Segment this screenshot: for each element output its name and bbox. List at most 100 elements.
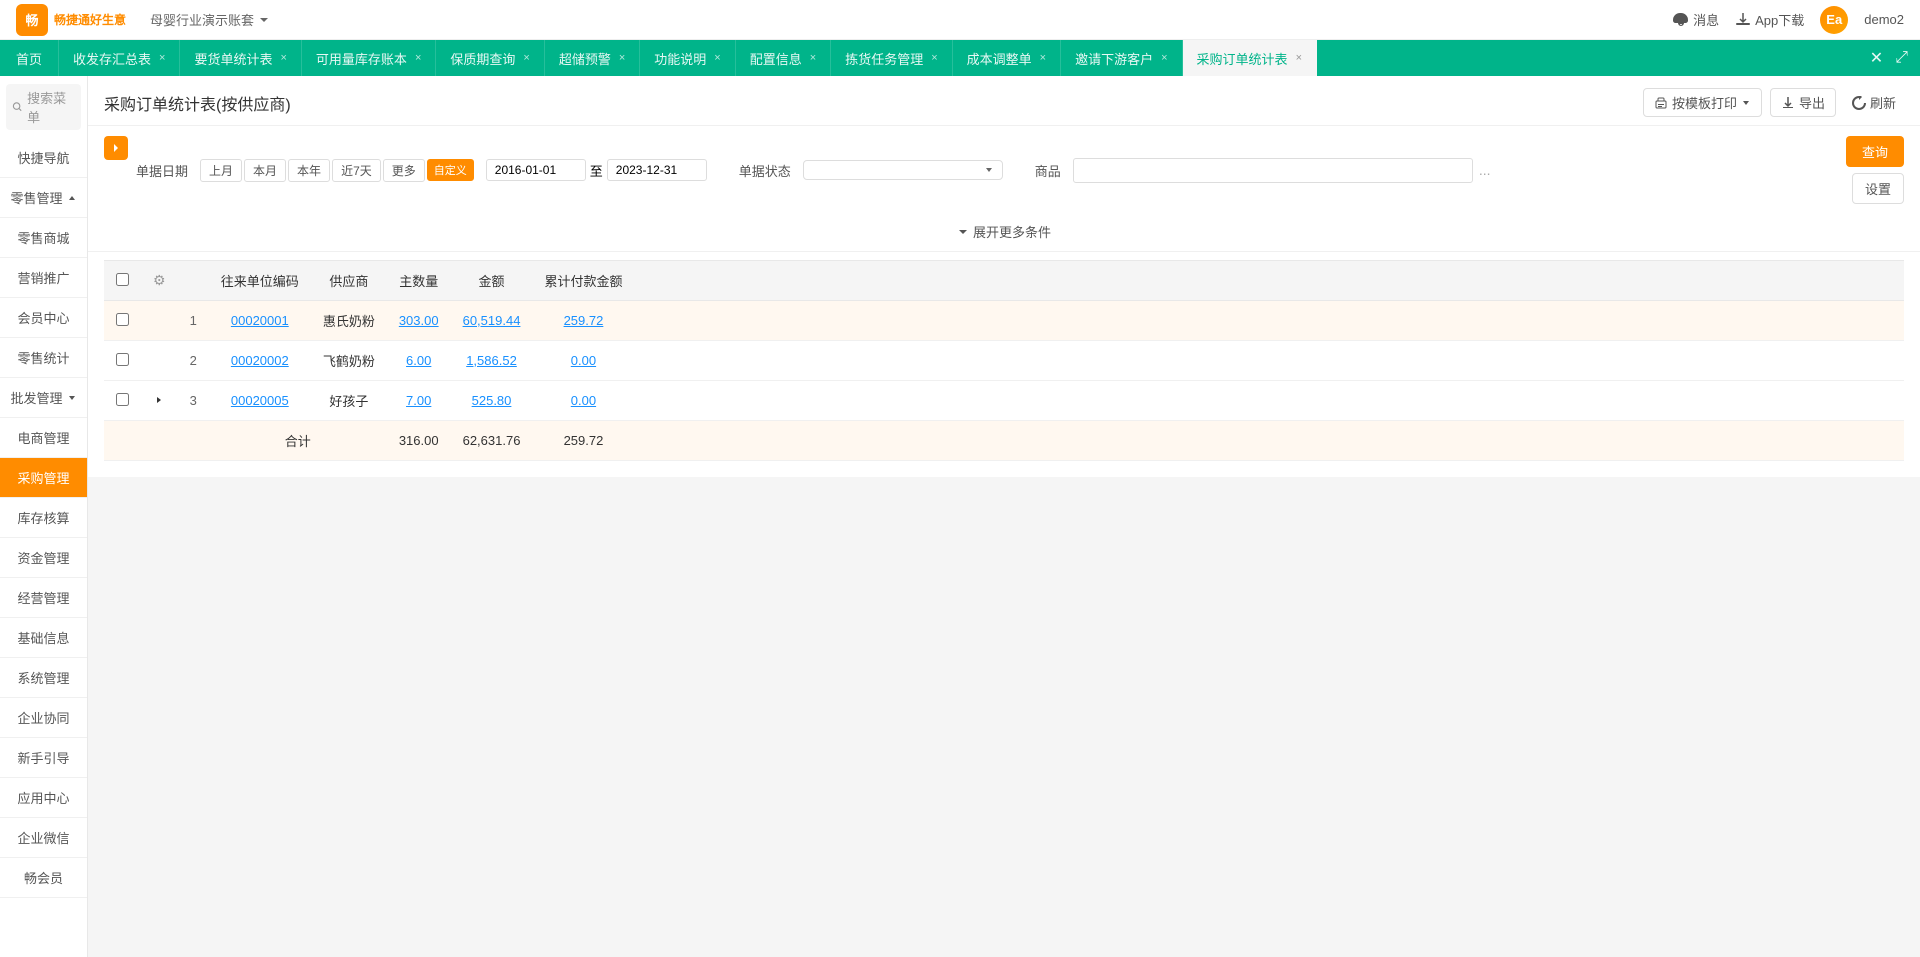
sidebar-item-basic[interactable]: 基础信息 [0,618,87,658]
search-input-area[interactable]: 搜索菜单 [6,84,81,130]
tab-invite[interactable]: 邀请下游客户 × [1061,40,1182,76]
tab-cost[interactable]: 成本调整单 × [953,40,1061,76]
tab-inventory[interactable]: 可用量库存账本 × [302,40,436,76]
date-to-input[interactable] [607,159,707,181]
date-btn-more[interactable]: 更多 [383,159,425,182]
tab-purchase-stat[interactable]: 采购订单统计表 × [1183,40,1317,76]
close-tab-overstock[interactable]: × [619,52,625,64]
close-tab-invite[interactable]: × [1161,52,1167,64]
table-header-row: ⚙ 往来单位编码 供应商 主数量 金额 累计付款金额 [104,261,1904,301]
close-tab-cost[interactable]: × [1040,52,1046,64]
row-code-2[interactable]: 00020002 [209,341,311,381]
close-tab-btn[interactable]: ✕ [1866,44,1887,72]
date-btn-last-month[interactable]: 上月 [200,159,242,182]
message-action[interactable]: 消息 [1673,10,1719,29]
sidebar-item-ecommerce[interactable]: 电商管理 [0,418,87,458]
sidebar-item-new-guide[interactable]: 新手引导 [0,738,87,778]
toggle-filter-btn[interactable] [104,136,128,160]
sidebar-item-purchase[interactable]: 采购管理 [0,458,87,498]
row-code-1[interactable]: 00020001 [209,301,311,341]
row-qty-1[interactable]: 303.00 [387,301,451,341]
tab-func-desc[interactable]: 功能说明 × [640,40,735,76]
close-tab-task[interactable]: × [931,52,937,64]
sidebar-item-finance[interactable]: 资金管理 [0,538,87,578]
search-button[interactable]: 查询 [1846,136,1904,167]
sidebar-item-member[interactable]: 会员中心 [0,298,87,338]
goods-input[interactable] [1073,158,1473,183]
app-download-action[interactable]: App下载 [1735,10,1804,29]
table-row: 2 00020002 飞鹤奶粉 6.00 1,586.52 0.00 [104,341,1904,381]
print-icon [1654,96,1668,110]
date-btn-7days[interactable]: 近7天 [332,159,381,182]
th-gear[interactable]: ⚙ [141,261,178,301]
date-btn-this-year[interactable]: 本年 [288,159,330,182]
close-tab-config[interactable]: × [810,52,816,64]
tab-config[interactable]: 配置信息 × [736,40,831,76]
user-avatar[interactable]: Ea [1820,6,1848,34]
sidebar-item-wholesale[interactable]: 批发管理 [0,378,87,418]
sidebar-item-enterprise-wechat[interactable]: 企业微信 [0,818,87,858]
row-qty-2[interactable]: 6.00 [387,341,451,381]
sidebar-item-marketing[interactable]: 营销推广 [0,258,87,298]
sidebar-item-retail-shop[interactable]: 零售商城 [0,218,87,258]
sidebar-item-retail[interactable]: 零售管理 [0,178,87,218]
tab-home[interactable]: 首页 [0,40,59,76]
date-quick-btns: 上月 本月 本年 近7天 更多 自定义 [200,159,474,182]
close-tab-func-desc[interactable]: × [714,52,720,64]
close-tab-goods-stat[interactable]: × [280,52,286,64]
template-print-button[interactable]: 按模板打印 [1643,88,1762,117]
tab-goods-stat[interactable]: 要货单统计表 × [180,40,301,76]
row-checkbox-2[interactable] [116,353,129,366]
tab-overstock[interactable]: 超储预警 × [545,40,640,76]
tab-task[interactable]: 拣货任务管理 × [831,40,952,76]
logo-area: 畅 畅捷通好生意 [16,4,126,36]
footer-paid: 259.72 [532,421,634,461]
status-select[interactable] [803,160,1003,180]
footer-empty [104,421,178,461]
row-paid-3[interactable]: 0.00 [532,381,634,421]
sidebar-item-app-center[interactable]: 应用中心 [0,778,87,818]
top-bar: 畅 畅捷通好生意 母婴行业演示账套 消息 App下载 Ea demo2 [0,0,1920,40]
tab-collect[interactable]: 收发存汇总表 × [59,40,180,76]
row-code-3[interactable]: 00020005 [209,381,311,421]
goods-more-btn[interactable]: ... [1473,162,1497,178]
sidebar-item-shortcut[interactable]: 快捷导航 [0,138,87,178]
sidebar-item-inventory-check[interactable]: 库存核算 [0,498,87,538]
sidebar-item-enterprise[interactable]: 企业协同 [0,698,87,738]
date-from-input[interactable] [486,159,586,181]
settings-button[interactable]: 设置 [1852,173,1904,204]
row-amount-3[interactable]: 525.80 [451,381,533,421]
sidebar-item-vip[interactable]: 畅会员 [0,858,87,898]
username: demo2 [1864,12,1904,27]
row-checkbox-1[interactable] [116,313,129,326]
row-qty-3[interactable]: 7.00 [387,381,451,421]
tab-expiry[interactable]: 保质期查询 × [436,40,544,76]
date-btn-this-month[interactable]: 本月 [244,159,286,182]
top-bar-left: 畅 畅捷通好生意 母婴行业演示账套 [16,4,270,36]
row-num-3: 3 [178,381,209,421]
sidebar-item-system[interactable]: 系统管理 [0,658,87,698]
close-tab-collect[interactable]: × [159,52,165,64]
select-all-checkbox[interactable] [116,273,129,286]
date-btn-custom[interactable]: 自定义 [427,159,474,181]
sidebar-item-operation[interactable]: 经营管理 [0,578,87,618]
close-tab-inventory[interactable]: × [415,52,421,64]
sidebar-item-retail-stat[interactable]: 零售统计 [0,338,87,378]
row-amount-1[interactable]: 60,519.44 [451,301,533,341]
top-bar-right: 消息 App下载 Ea demo2 [1673,6,1904,34]
maximize-tab-btn[interactable]: ⤢ [1891,45,1912,71]
refresh-button[interactable]: 刷新 [1844,89,1904,116]
th-supplier: 供应商 [311,261,387,301]
export-button[interactable]: 导出 [1770,88,1836,117]
sidebar-search[interactable]: 搜索菜单 [0,76,87,138]
workspace-selector[interactable]: 母婴行业演示账套 [150,10,270,29]
row-paid-1[interactable]: 259.72 [532,301,634,341]
close-tab-purchase-stat[interactable]: × [1296,52,1302,64]
row-amount-2[interactable]: 1,586.52 [451,341,533,381]
expand-more-btn[interactable]: 展开更多条件 [957,222,1051,241]
row-paid-2[interactable]: 0.00 [532,341,634,381]
row-checkbox-3[interactable] [116,393,129,406]
expand-more-row: 展开更多条件 [104,218,1904,241]
close-tab-expiry[interactable]: × [523,52,529,64]
date-range-inputs: 至 [486,159,707,181]
